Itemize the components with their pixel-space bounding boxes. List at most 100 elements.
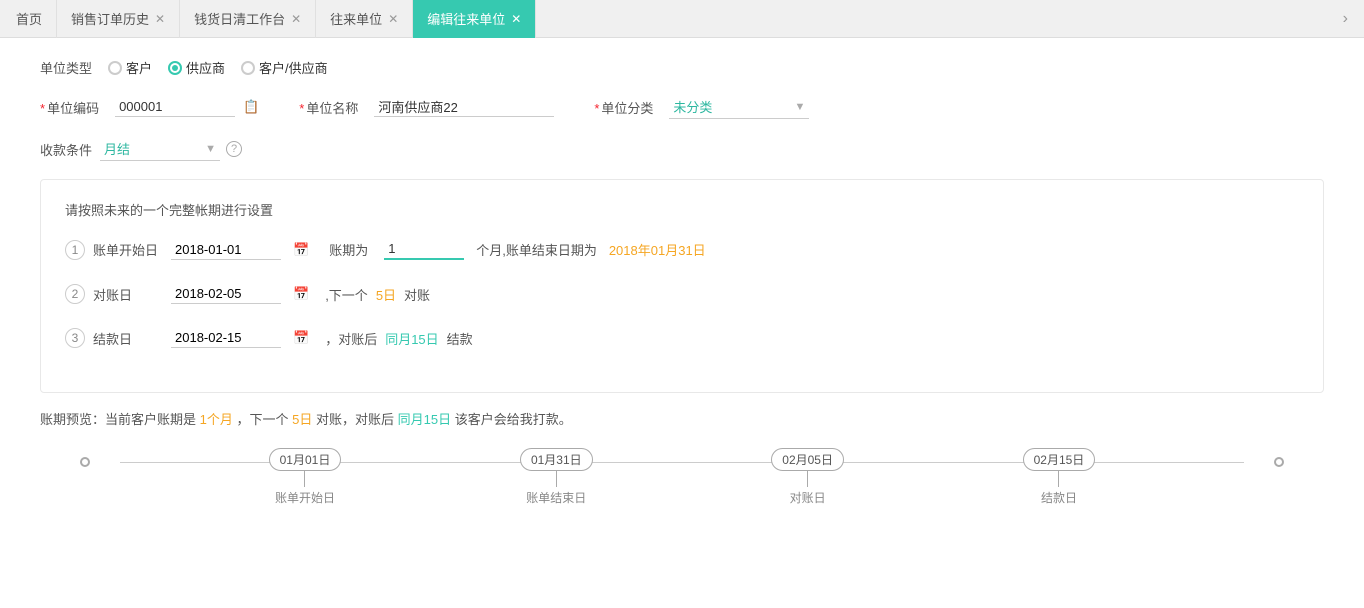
help-icon[interactable]: ? [226, 141, 242, 157]
reconcile-prefix: ,下一个 [325, 285, 368, 304]
radio-supplier[interactable]: 供应商 [168, 58, 225, 77]
timeline-label-2: 账单结束日 [526, 489, 586, 506]
timeline-nodes: 01月01日 账单开始日 01月31日 账单结束日 02月05日 对账日 02月… [80, 448, 1284, 506]
unit-code-input[interactable] [115, 97, 235, 117]
tab-partners[interactable]: 往来单位 ✕ [316, 0, 413, 38]
preview-mid: 对账，对账后 [316, 412, 394, 427]
preview-sep1: ，下一个 [237, 412, 289, 427]
timeline-date-4: 02月15日 [1023, 448, 1096, 471]
timeline-vline-4 [1058, 471, 1059, 487]
unit-category-chevron-icon: ▼ [795, 101, 806, 113]
timeline-right-dot [1274, 457, 1284, 467]
radio-customer[interactable]: 客户 [108, 58, 152, 77]
timeline-vline-2 [556, 471, 557, 487]
reconcile-calendar-icon[interactable]: 📅 [293, 286, 309, 302]
close-tab-sales-history[interactable]: ✕ [155, 12, 165, 26]
tab-arrow-icon[interactable]: › [1335, 10, 1356, 28]
payment-prefix: ，对账后 [325, 329, 377, 348]
unit-category-label: *单位分类 [594, 98, 653, 117]
payment-row: 3 结款日 📅 ，对账后 同月15日 结款 [65, 328, 1299, 348]
reconcile-date-input[interactable] [171, 284, 281, 304]
preview-label: 账期预览：当前客户账期是 [40, 412, 196, 427]
payment-calendar-icon[interactable]: 📅 [293, 330, 309, 346]
preview-section: 账期预览：当前客户账期是 1个月 ，下一个 5日 对账，对账后 同月15日 该客… [40, 409, 1324, 428]
close-tab-edit-partner[interactable]: ✕ [511, 12, 521, 26]
unit-name-group: *单位名称 [299, 97, 554, 117]
unit-category-select[interactable]: 未分类 ▼ [669, 95, 809, 119]
row-label-2: 对账日 [93, 285, 163, 304]
radio-circle-customer-supplier [241, 61, 255, 75]
tab-bar: 首页 销售订单历史 ✕ 钱货日清工作台 ✕ 往来单位 ✕ 编辑往来单位 ✕ › [0, 0, 1364, 38]
timeline-label-3: 对账日 [790, 489, 826, 506]
unit-type-radio-group: 客户 供应商 客户/供应商 [108, 58, 328, 77]
timeline-node-3: 02月05日 对账日 [771, 448, 844, 506]
timeline-node-2: 01月31日 账单结束日 [520, 448, 593, 506]
payment-terms-select[interactable]: 月结 ▼ [100, 137, 220, 161]
end-date-highlight: 2018年01月31日 [609, 240, 706, 259]
radio-circle-supplier [168, 61, 182, 75]
payment-terms-label: 收款条件 [40, 140, 92, 159]
preview-reconcile-day: 5日 [292, 412, 312, 427]
radio-customer-supplier[interactable]: 客户/供应商 [241, 58, 328, 77]
preview-end: 该客户会给我打款。 [455, 412, 572, 427]
unit-name-input[interactable] [374, 97, 554, 117]
unit-code-group: *单位编码 📋 [40, 97, 259, 117]
unit-type-label: 单位类型 [40, 58, 92, 77]
payment-date-input[interactable] [171, 328, 281, 348]
payment-terms-chevron-icon: ▼ [205, 143, 216, 155]
start-date-input[interactable] [171, 240, 281, 260]
row-label-1: 账单开始日 [93, 240, 163, 259]
close-tab-partners[interactable]: ✕ [388, 12, 398, 26]
unit-type-row: 单位类型 客户 供应商 客户/供应商 [40, 58, 1324, 77]
timeline-label-1: 账单开始日 [275, 489, 335, 506]
reconcile-row: 2 对账日 📅 ,下一个 5日 对账 [65, 284, 1299, 304]
unit-code-label: *单位编码 [40, 98, 99, 117]
main-content: 单位类型 客户 供应商 客户/供应商 *单位编码 📋 [0, 38, 1364, 608]
period-label: 账期为 [329, 240, 368, 259]
timeline-date-3: 02月05日 [771, 448, 844, 471]
unit-code-icon[interactable]: 📋 [243, 99, 259, 115]
payment-terms-row: 收款条件 月结 ▼ ? [40, 137, 1324, 161]
timeline-label-4: 结款日 [1041, 489, 1077, 506]
tab-edit-partner[interactable]: 编辑往来单位 ✕ [413, 0, 536, 38]
timeline-end-dot [1274, 457, 1284, 467]
row-num-1: 1 [65, 240, 85, 260]
timeline-start-dot [80, 457, 90, 467]
close-tab-cashier[interactable]: ✕ [291, 12, 301, 26]
radio-label-customer-supplier: 客户/供应商 [259, 58, 328, 77]
preview-payment-day: 同月15日 [398, 412, 451, 427]
reconcile-day-highlight: 5日 [376, 285, 396, 304]
settings-section: 请按照未来的一个完整帐期进行设置 1 账单开始日 📅 账期为 个月,账单结束日期… [40, 179, 1324, 393]
payment-suffix: 结款 [447, 329, 473, 348]
section-title: 请按照未来的一个完整帐期进行设置 [65, 200, 1299, 219]
timeline-node-1: 01月01日 账单开始日 [269, 448, 342, 506]
row-label-3: 结款日 [93, 329, 163, 348]
radio-label-customer: 客户 [126, 58, 152, 77]
period-unit-text: 个月,账单结束日期为 [476, 240, 597, 259]
timeline-left-dot [80, 457, 90, 467]
payment-day-highlight: 同月15日 [385, 329, 438, 348]
timeline-node-4: 02月15日 结款日 [1023, 448, 1096, 506]
tab-home[interactable]: 首页 [8, 0, 57, 38]
payment-terms-value: 月结 [104, 139, 199, 158]
period-input[interactable] [384, 239, 464, 260]
timeline-vline-3 [807, 471, 808, 487]
unit-category-value: 未分类 [673, 97, 788, 116]
unit-name-label: *单位名称 [299, 98, 358, 117]
unit-info-row: *单位编码 📋 *单位名称 *单位分类 未分类 ▼ [40, 95, 1324, 119]
radio-label-supplier: 供应商 [186, 58, 225, 77]
unit-category-group: *单位分类 未分类 ▼ [594, 95, 809, 119]
tab-cashier[interactable]: 钱货日清工作台 ✕ [180, 0, 316, 38]
account-start-row: 1 账单开始日 📅 账期为 个月,账单结束日期为 2018年01月31日 [65, 239, 1299, 260]
timeline-vline-1 [304, 471, 305, 487]
radio-circle-customer [108, 61, 122, 75]
row-num-2: 2 [65, 284, 85, 304]
timeline-container: 01月01日 账单开始日 01月31日 账单结束日 02月05日 对账日 02月… [40, 448, 1324, 536]
reconcile-suffix: 对账 [404, 285, 430, 304]
preview-period: 1个月 [200, 412, 233, 427]
tab-sales-history[interactable]: 销售订单历史 ✕ [57, 0, 180, 38]
row-num-3: 3 [65, 328, 85, 348]
timeline-date-2: 01月31日 [520, 448, 593, 471]
timeline-date-1: 01月01日 [269, 448, 342, 471]
start-date-calendar-icon[interactable]: 📅 [293, 242, 309, 258]
